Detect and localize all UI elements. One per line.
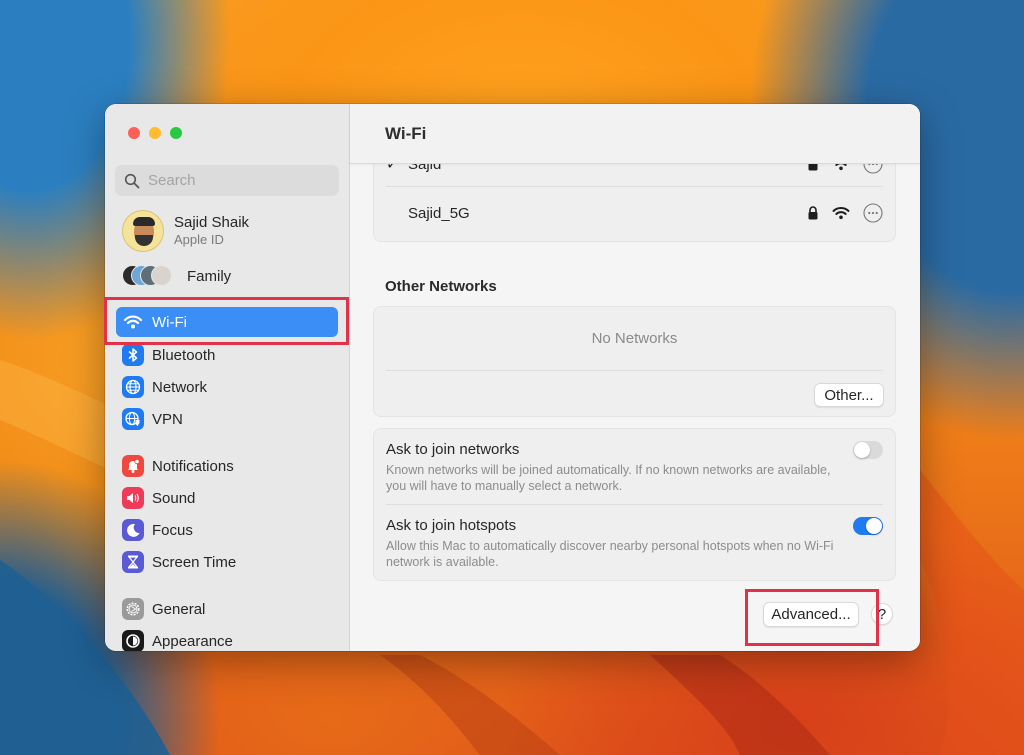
- ask-join-networks-row: Ask to join networks Known networks will…: [386, 441, 883, 494]
- wifi-signal-icon: [832, 207, 850, 220]
- hourglass-icon: [122, 551, 144, 573]
- sidebar-item-screen-time[interactable]: Screen Time: [116, 547, 338, 577]
- more-options-icon[interactable]: [863, 203, 883, 223]
- sidebar-item-label: Notifications: [152, 457, 234, 475]
- search-field[interactable]: [115, 165, 339, 196]
- other-networks-list: No Networks Other...: [373, 306, 896, 417]
- family-label: Family: [187, 267, 232, 285]
- family-avatars: [122, 265, 174, 287]
- gear-icon: [122, 598, 144, 620]
- apple-id-profile[interactable]: Sajid Shaik Apple ID: [122, 210, 249, 252]
- sidebar-item-label: Wi-Fi: [152, 313, 187, 331]
- divider: [386, 370, 883, 371]
- sidebar-item-label: Network: [152, 378, 208, 396]
- sidebar-item-bluetooth[interactable]: Bluetooth: [116, 340, 338, 370]
- page-title: Wi-Fi: [385, 124, 427, 143]
- other-network-button[interactable]: Other...: [814, 383, 884, 407]
- sidebar-item-label: General: [152, 600, 206, 618]
- sidebar-item-label: Sound: [152, 489, 196, 507]
- sidebar-item-label: VPN: [152, 410, 183, 428]
- ask-join-networks-toggle[interactable]: [853, 441, 883, 459]
- sidebar-item-label: Screen Time: [152, 553, 237, 571]
- sidebar-item-focus[interactable]: Focus: [116, 515, 338, 545]
- profile-subtitle: Apple ID: [174, 232, 224, 247]
- sidebar-item-label: Focus: [152, 521, 193, 539]
- sidebar-item-vpn[interactable]: VPN: [116, 404, 338, 434]
- sidebar-item-sound[interactable]: Sound: [116, 483, 338, 513]
- zoom-window-button[interactable]: [170, 127, 182, 139]
- search-input[interactable]: [146, 171, 330, 190]
- traffic-lights: [128, 127, 182, 139]
- titlebar: Wi-Fi: [350, 104, 920, 164]
- setting-description: Allow this Mac to automatically discover…: [386, 539, 834, 569]
- other-networks-heading: Other Networks: [385, 278, 497, 295]
- appearance-icon: [122, 630, 144, 651]
- sidebar-item-general[interactable]: General: [116, 594, 338, 624]
- no-networks-text: No Networks: [591, 330, 678, 347]
- minimize-window-button[interactable]: [149, 127, 161, 139]
- search-icon: [124, 173, 140, 188]
- sidebar-item-notifications[interactable]: Notifications: [116, 451, 338, 481]
- moon-icon: [122, 519, 144, 541]
- system-settings-window: Sajid Shaik Apple ID Family Wi-: [105, 104, 920, 651]
- sidebar-item-label: Bluetooth: [152, 346, 216, 364]
- sidebar-item-appearance[interactable]: Appearance: [116, 626, 338, 651]
- setting-title: Ask to join hotspots: [386, 517, 517, 534]
- close-window-button[interactable]: [128, 127, 140, 139]
- avatar: [122, 210, 164, 252]
- wifi-icon: [122, 311, 144, 333]
- lock-icon: [808, 206, 818, 220]
- divider: [386, 504, 883, 505]
- ask-join-hotspots-toggle[interactable]: [853, 517, 883, 535]
- sidebar-item-wifi[interactable]: Wi-Fi: [116, 307, 338, 337]
- sidebar-item-label: Appearance: [152, 632, 233, 650]
- divider: [386, 186, 883, 187]
- advanced-button[interactable]: Advanced...: [763, 602, 859, 627]
- ask-join-hotspots-row: Ask to join hotspots Allow this Mac to a…: [386, 517, 883, 570]
- setting-title: Ask to join networks: [386, 441, 520, 458]
- sidebar: Sajid Shaik Apple ID Family Wi-: [105, 104, 350, 651]
- network-name: Sajid_5G: [408, 204, 470, 222]
- setting-description: Known networks will be joined automatica…: [386, 463, 831, 493]
- bell-icon: [122, 455, 144, 477]
- sidebar-item-network[interactable]: Network: [116, 372, 338, 402]
- main-pane: Wi-Fi ✓ Sajid Sajid_5G Other Networks No…: [350, 104, 920, 651]
- speaker-icon: [122, 487, 144, 509]
- bluetooth-icon: [122, 344, 144, 366]
- globe-icon: [122, 376, 144, 398]
- network-row[interactable]: Sajid_5G: [374, 189, 895, 237]
- vpn-globe-icon: [122, 408, 144, 430]
- profile-name: Sajid Shaik: [174, 214, 250, 231]
- join-settings: Ask to join networks Known networks will…: [373, 428, 896, 581]
- sidebar-item-family[interactable]: Family: [122, 265, 231, 287]
- help-button[interactable]: ?: [871, 603, 893, 625]
